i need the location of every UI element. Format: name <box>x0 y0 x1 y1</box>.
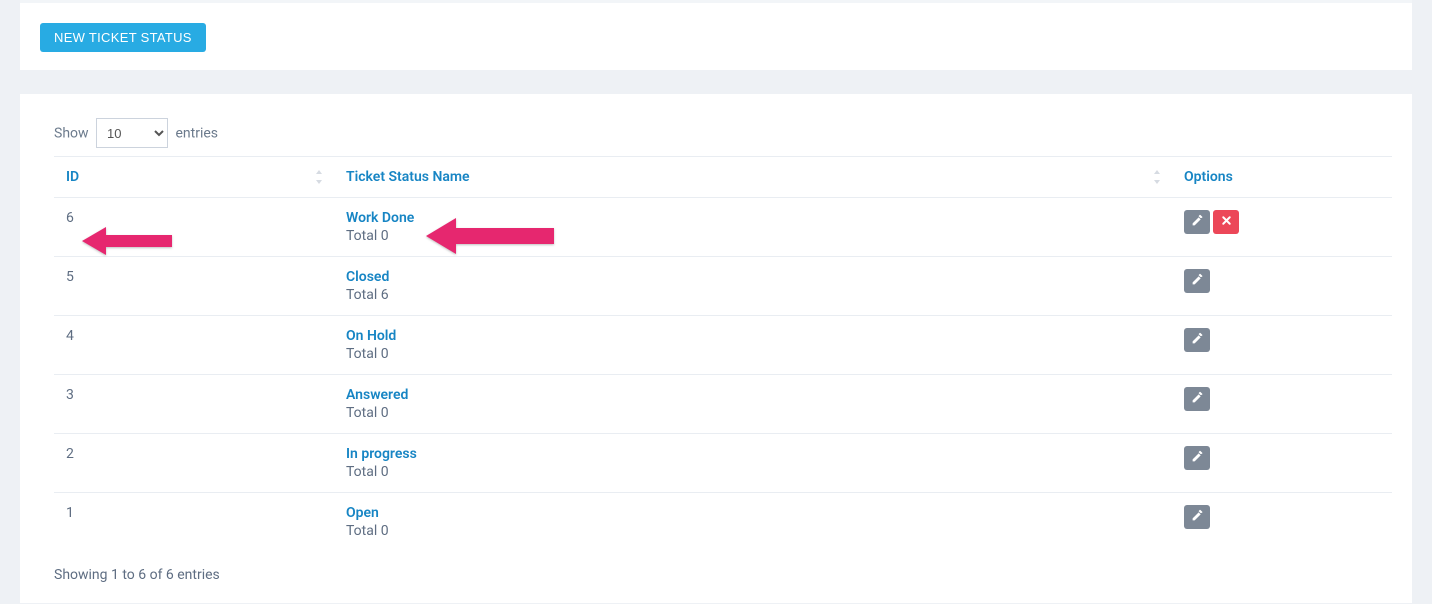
status-name-link[interactable]: Work Done <box>346 210 414 226</box>
column-header-options: Options <box>1172 157 1392 198</box>
cell-name: Answered Total 0 <box>334 375 1172 434</box>
cell-id: 5 <box>54 257 334 316</box>
column-header-options-label: Options <box>1184 169 1233 185</box>
cell-name: In progress Total 0 <box>334 434 1172 493</box>
new-ticket-status-button[interactable]: NEW TICKET STATUS <box>40 23 206 52</box>
column-header-name[interactable]: Ticket Status Name <box>334 157 1172 198</box>
edit-icon <box>1191 332 1204 348</box>
status-name-link[interactable]: Open <box>346 505 379 521</box>
edit-icon <box>1191 509 1204 525</box>
status-total: Total 0 <box>346 464 1164 480</box>
edit-button[interactable] <box>1184 505 1210 529</box>
cell-options <box>1172 257 1392 316</box>
table-row: 5 Closed Total 6 <box>54 257 1392 316</box>
length-select[interactable]: 102550100 <box>96 118 168 148</box>
ticket-status-table: ID Ticket Status Name Options 6Work Done… <box>54 156 1392 551</box>
sort-icon <box>1150 169 1164 185</box>
close-icon <box>1220 214 1233 230</box>
column-header-id-label: ID <box>66 169 79 185</box>
edit-button[interactable] <box>1184 387 1210 411</box>
edit-button[interactable] <box>1184 210 1210 234</box>
edit-icon <box>1191 214 1204 230</box>
status-total: Total 0 <box>346 405 1164 421</box>
length-control: Show 102550100 entries <box>54 118 1392 148</box>
cell-name: On Hold Total 0 <box>334 316 1172 375</box>
cell-options <box>1172 375 1392 434</box>
cell-id: 1 <box>54 493 334 552</box>
status-total: Total 0 <box>346 523 1164 539</box>
edit-button[interactable] <box>1184 446 1210 470</box>
edit-icon <box>1191 391 1204 407</box>
show-label: Show <box>54 126 89 142</box>
cell-id: 3 <box>54 375 334 434</box>
status-total: Total 0 <box>346 346 1164 362</box>
edit-icon <box>1191 450 1204 466</box>
cell-options <box>1172 493 1392 552</box>
edit-button[interactable] <box>1184 269 1210 293</box>
table-row: 2 In progress Total 0 <box>54 434 1392 493</box>
column-header-name-label: Ticket Status Name <box>346 169 470 185</box>
cell-name: Closed Total 6 <box>334 257 1172 316</box>
cell-options <box>1172 316 1392 375</box>
table-row: 3 Answered Total 0 <box>54 375 1392 434</box>
cell-id: 6 <box>54 198 334 257</box>
status-total: Total 6 <box>346 287 1164 303</box>
header-panel: NEW TICKET STATUS <box>20 0 1412 70</box>
status-name-link[interactable]: On Hold <box>346 328 396 344</box>
cell-name: Work Done Total 0 <box>334 198 1172 257</box>
status-name-link[interactable]: Closed <box>346 269 389 285</box>
cell-id: 4 <box>54 316 334 375</box>
status-name-link[interactable]: In progress <box>346 446 417 462</box>
cell-options <box>1172 434 1392 493</box>
status-name-link[interactable]: Answered <box>346 387 408 403</box>
cell-options <box>1172 198 1392 257</box>
table-row: 6 Work Done Total 0 <box>54 198 1392 257</box>
status-total: Total 0 <box>346 228 1164 244</box>
table-info: Showing 1 to 6 of 6 entries <box>54 567 1392 583</box>
main-panel: Show 102550100 entries ID Ticket Status … <box>20 94 1412 603</box>
cell-id: 2 <box>54 434 334 493</box>
edit-icon <box>1191 273 1204 289</box>
cell-name: Open Total 0 <box>334 493 1172 552</box>
table-row: 4 On Hold Total 0 <box>54 316 1392 375</box>
edit-button[interactable] <box>1184 328 1210 352</box>
column-header-id[interactable]: ID <box>54 157 334 198</box>
entries-label: entries <box>176 126 219 142</box>
table-row: 1 Open Total 0 <box>54 493 1392 552</box>
delete-button[interactable] <box>1213 210 1239 234</box>
sort-icon <box>312 169 326 185</box>
